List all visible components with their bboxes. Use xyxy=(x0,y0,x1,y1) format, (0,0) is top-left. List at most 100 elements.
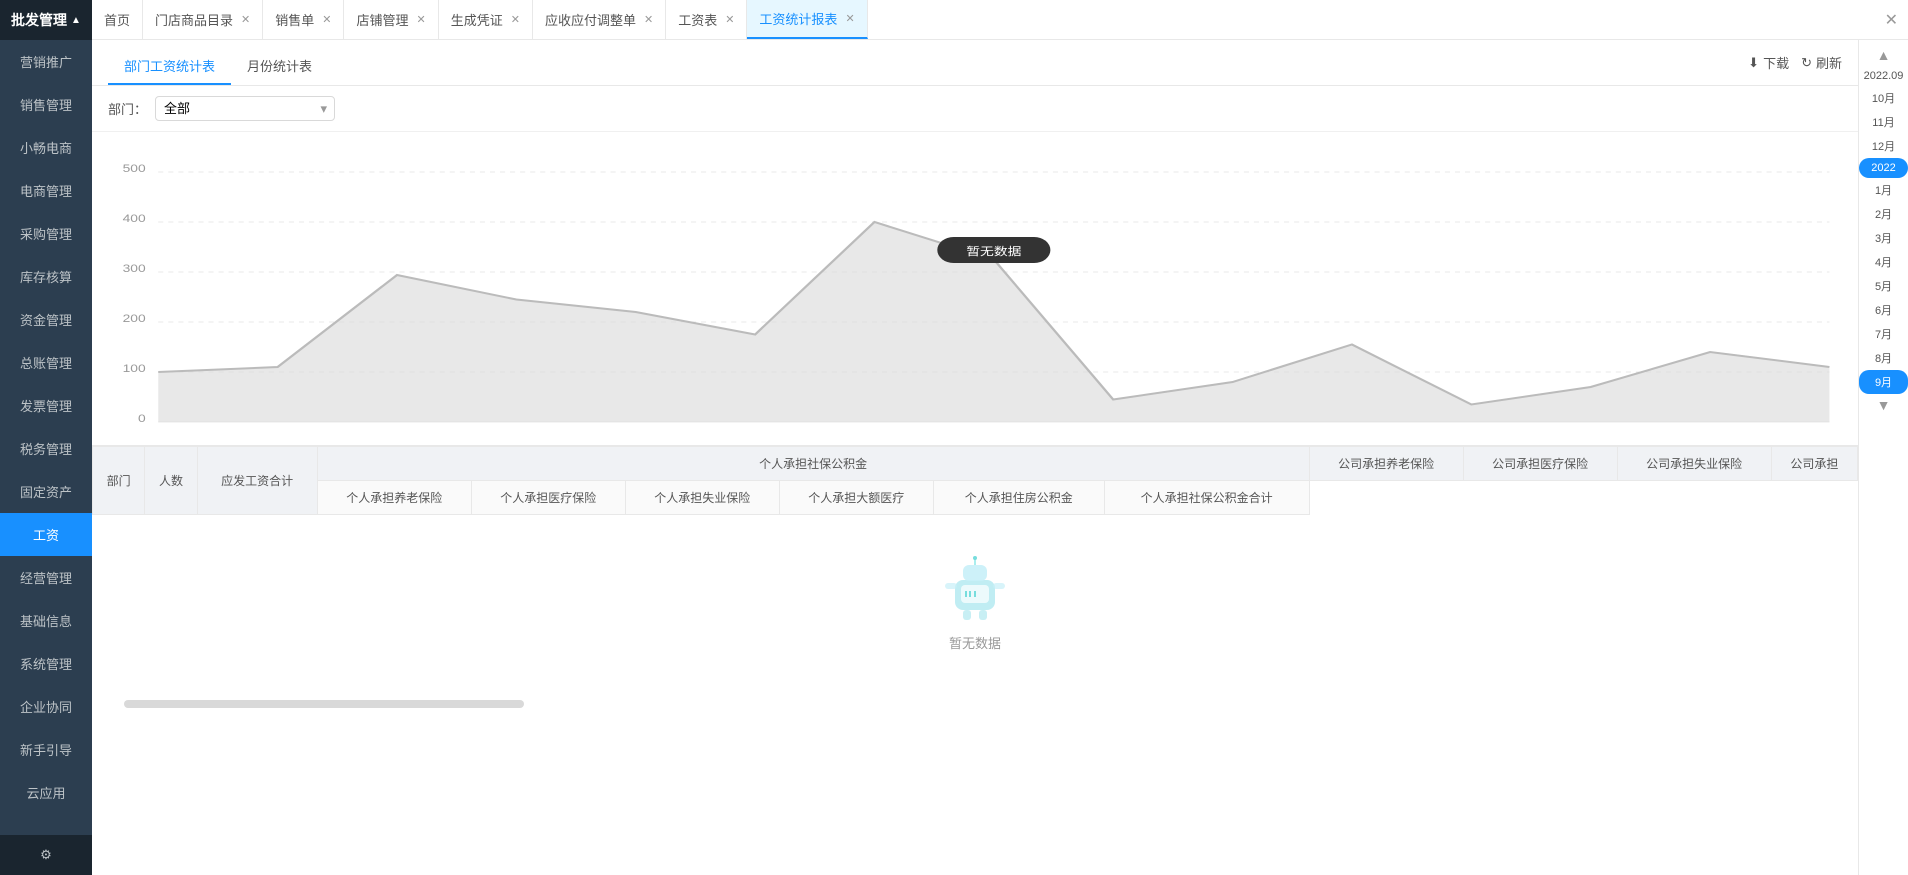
tab-payroll-label: 工资表 xyxy=(678,10,717,29)
svg-text:200: 200 xyxy=(123,312,146,324)
timeline-month-feb[interactable]: 2月 xyxy=(1859,202,1908,226)
sidebar-item-basic-info[interactable]: 基础信息 xyxy=(0,599,92,642)
tab-store-manage[interactable]: 店铺管理 ✕ xyxy=(344,0,438,39)
col-company-pension: 公司承担养老保险 xyxy=(1309,447,1463,481)
tab-payroll-report-close[interactable]: ✕ xyxy=(845,12,854,25)
download-icon: ⬇ xyxy=(1748,55,1759,71)
tab-store-catalog[interactable]: 门店商品目录 ✕ xyxy=(143,0,263,39)
col-total-salary: 应发工资合计 xyxy=(197,447,317,515)
chart-svg: 0 100 200 300 400 500 xyxy=(108,142,1842,432)
col-group-personal: 个人承担社保公积金 xyxy=(317,447,1309,481)
col-company-unemployment: 公司承担失业保险 xyxy=(1617,447,1771,481)
subtab-month-stats[interactable]: 月份统计表 xyxy=(231,48,328,85)
horizontal-scrollbar[interactable] xyxy=(124,700,524,708)
settings-icon: ⚙ xyxy=(40,847,52,862)
sidebar-item-ledger[interactable]: 总账管理 xyxy=(0,341,92,384)
timeline-down-nav[interactable]: ▼ xyxy=(1874,394,1894,416)
tab-sales-label: 销售单 xyxy=(275,10,314,29)
sidebar-item-enterprise[interactable]: 企业协同 xyxy=(0,685,92,728)
timeline-month-dec[interactable]: 12月 xyxy=(1859,134,1908,158)
timeline-month-apr[interactable]: 4月 xyxy=(1859,250,1908,274)
subtab-month-stats-label: 月份统计表 xyxy=(247,59,312,74)
tab-adjustment-close[interactable]: ✕ xyxy=(644,13,653,26)
svg-text:300: 300 xyxy=(123,262,146,274)
tab-store-catalog-label: 门店商品目录 xyxy=(155,10,233,29)
col-dept: 部门 xyxy=(93,447,145,515)
sidebar-item-payroll[interactable]: 工资 xyxy=(0,513,92,556)
timeline-month-jan[interactable]: 1月 xyxy=(1859,178,1908,202)
svg-text:500: 500 xyxy=(123,162,146,174)
top-tabs-bar: 首页 门店商品目录 ✕ 销售单 ✕ 店铺管理 ✕ 生成凭证 ✕ 应收应付调整单 … xyxy=(92,0,1908,40)
timeline-month-nov[interactable]: 11月 xyxy=(1859,110,1908,134)
col-personal-total: 个人承担社保公积金合计 xyxy=(1104,481,1309,515)
tab-payroll-report[interactable]: 工资统计报表 ✕ xyxy=(747,0,867,39)
sidebar-item-system[interactable]: 系统管理 xyxy=(0,642,92,685)
tab-voucher[interactable]: 生成凭证 ✕ xyxy=(439,0,533,39)
chart-area: 0 100 200 300 400 500 xyxy=(92,132,1858,445)
sidebar-item-operations[interactable]: 经营管理 xyxy=(0,556,92,599)
timeline-month-jun[interactable]: 6月 xyxy=(1859,298,1908,322)
dept-filter-label: 部门： xyxy=(108,99,147,118)
sidebar-item-inventory[interactable]: 库存核算 xyxy=(0,255,92,298)
timeline-month-oct[interactable]: 10月 xyxy=(1859,86,1908,110)
refresh-button[interactable]: ↻ 刷新 xyxy=(1801,53,1842,72)
sidebar-item-tax[interactable]: 税务管理 xyxy=(0,427,92,470)
col-personal-unemployment: 个人承担失业保险 xyxy=(625,481,779,515)
refresh-label: 刷新 xyxy=(1816,53,1842,72)
sidebar-item-ecommerce[interactable]: 电商管理 xyxy=(0,169,92,212)
tab-store-manage-label: 店铺管理 xyxy=(356,10,408,29)
tab-adjustment-label: 应收应付调整单 xyxy=(545,10,636,29)
main-area: 首页 门店商品目录 ✕ 销售单 ✕ 店铺管理 ✕ 生成凭证 ✕ 应收应付调整单 … xyxy=(92,0,1908,875)
sidebar-item-guide[interactable]: 新手引导 xyxy=(0,728,92,771)
tab-home-label: 首页 xyxy=(104,10,130,29)
col-personal-pension: 个人承担养老保险 xyxy=(317,481,471,515)
sidebar-title[interactable]: 批发管理 ▲ xyxy=(0,0,92,40)
tab-payroll-report-label: 工资统计报表 xyxy=(759,9,837,28)
tab-voucher-close[interactable]: ✕ xyxy=(511,13,520,26)
sidebar-item-finance[interactable]: 资金管理 xyxy=(0,298,92,341)
svg-text:暂无数据: 暂无数据 xyxy=(966,244,1021,257)
timeline-month-mar[interactable]: 3月 xyxy=(1859,226,1908,250)
timeline-panel: ▲ 2022.09 10月 11月 12月 2022 1月 2月 3月 4月 5… xyxy=(1858,40,1908,875)
tab-payroll-close[interactable]: ✕ xyxy=(725,13,734,26)
tab-store-catalog-close[interactable]: ✕ xyxy=(241,13,250,26)
sidebar-item-ecommerce-small[interactable]: 小畅电商 xyxy=(0,126,92,169)
sidebar-settings[interactable]: ⚙ xyxy=(0,835,92,875)
subtab-dept-stats[interactable]: 部门工资统计表 xyxy=(108,48,231,85)
empty-state: 暂无数据 xyxy=(92,515,1858,692)
sub-tabs-actions: ⬇ 下载 ↻ 刷新 xyxy=(1748,53,1842,80)
tab-home[interactable]: 首页 xyxy=(92,0,143,39)
sidebar-item-sales[interactable]: 销售管理 xyxy=(0,83,92,126)
table-area: 部门 人数 应发工资合计 个人承担社保公积金 公司承担养老保险 公司承担医疗保险… xyxy=(92,445,1858,875)
subtab-dept-stats-label: 部门工资统计表 xyxy=(124,59,215,74)
close-all-tabs[interactable]: ✕ xyxy=(1875,10,1908,30)
sidebar-item-purchase[interactable]: 采购管理 xyxy=(0,212,92,255)
tab-sales[interactable]: 销售单 ✕ xyxy=(263,0,344,39)
sub-tabs-left: 部门工资统计表 月份统计表 xyxy=(108,48,328,85)
sidebar-item-invoice[interactable]: 发票管理 xyxy=(0,384,92,427)
tab-store-manage-close[interactable]: ✕ xyxy=(417,13,426,26)
tab-payroll[interactable]: 工资表 ✕ xyxy=(666,0,747,39)
timeline-month-aug[interactable]: 8月 xyxy=(1859,346,1908,370)
timeline-month-jul[interactable]: 7月 xyxy=(1859,322,1908,346)
col-personal-medical: 个人承担医疗保险 xyxy=(471,481,625,515)
sidebar-title-text: 批发管理 xyxy=(11,10,67,30)
col-personal-housing: 个人承担住房公积金 xyxy=(933,481,1104,515)
svg-text:0: 0 xyxy=(138,412,146,424)
tab-sales-close[interactable]: ✕ xyxy=(322,13,331,26)
timeline-year-2023-badge[interactable]: 2022 xyxy=(1859,158,1908,178)
data-table: 部门 人数 应发工资合计 个人承担社保公积金 公司承担养老保险 公司承担医疗保险… xyxy=(92,446,1858,515)
svg-text:100: 100 xyxy=(123,362,146,374)
timeline-month-may[interactable]: 5月 xyxy=(1859,274,1908,298)
col-personal-major-medical: 个人承担大额医疗 xyxy=(779,481,933,515)
tab-adjustment[interactable]: 应收应付调整单 ✕ xyxy=(533,0,666,39)
sidebar-item-marketing[interactable]: 营销推广 xyxy=(0,40,92,83)
timeline-month-sep[interactable]: 9月 xyxy=(1859,370,1908,394)
sidebar-arrow-icon: ▲ xyxy=(71,15,81,26)
download-button[interactable]: ⬇ 下载 xyxy=(1748,53,1789,72)
sidebar: 批发管理 ▲ 营销推广 销售管理 小畅电商 电商管理 采购管理 库存核算 资金管… xyxy=(0,0,92,875)
sidebar-item-cloud[interactable]: 云应用 xyxy=(0,771,92,814)
timeline-up-nav[interactable]: ▲ xyxy=(1874,44,1894,66)
sidebar-item-assets[interactable]: 固定资产 xyxy=(0,470,92,513)
dept-select[interactable]: 全部 销售部 财务部 运营部 技术部 xyxy=(155,96,335,121)
